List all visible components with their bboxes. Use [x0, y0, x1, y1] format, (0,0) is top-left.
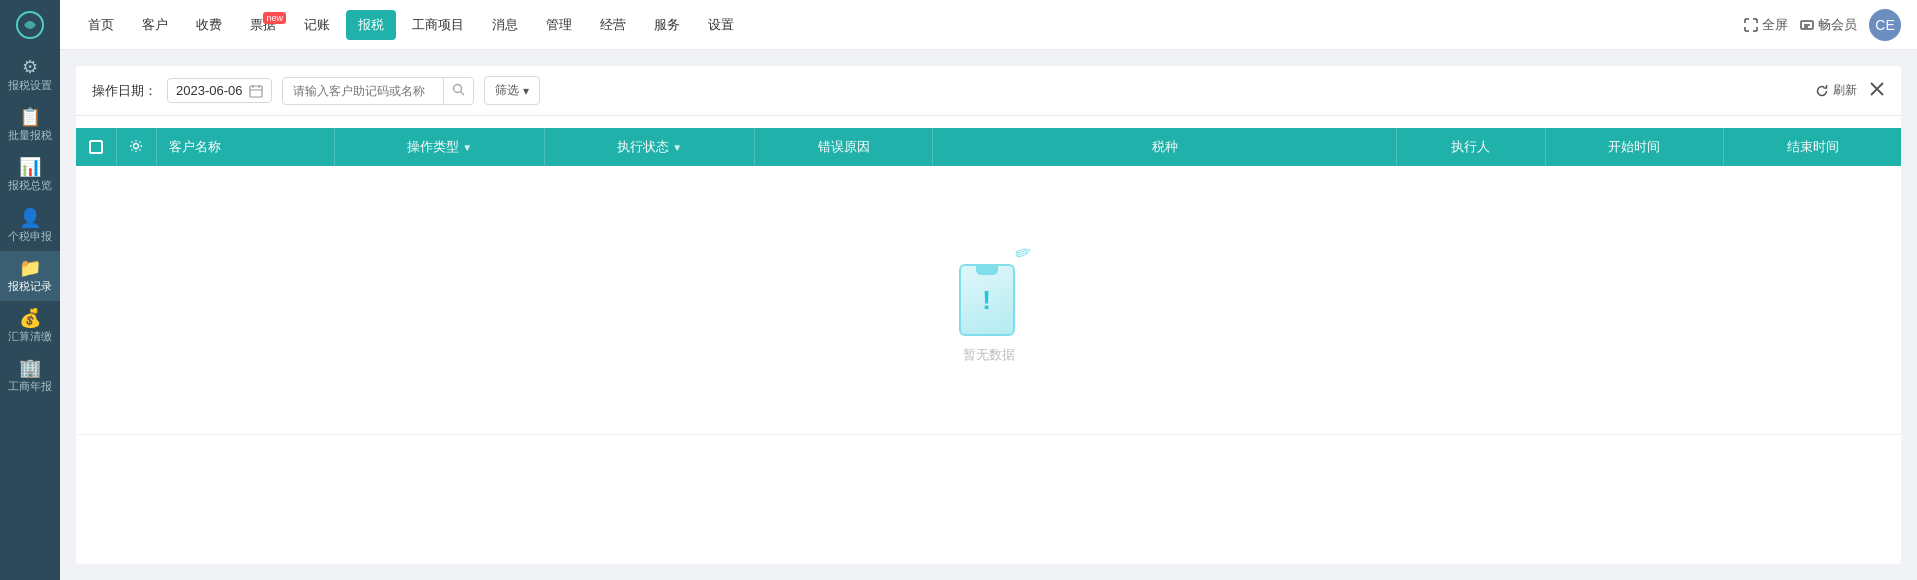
chevron-down-icon: ▾	[523, 84, 529, 98]
svg-point-4	[134, 143, 139, 148]
close-button[interactable]	[1869, 81, 1885, 101]
main-content: 首页 客户 收费 票据 new 记账 报税 工商项目 消息 管理 经营 服务 设…	[60, 0, 1917, 580]
sidebar-item-tax-settings[interactable]: ⚙ 报税设置	[0, 50, 60, 100]
svg-point-3	[453, 84, 461, 92]
sidebar-item-personal-tax[interactable]: 👤 个税申报	[0, 201, 60, 251]
clipboard-clip	[976, 265, 998, 275]
new-badge: new	[263, 12, 286, 25]
settings-icon[interactable]	[129, 139, 143, 153]
sidebar-label-tax-settings: 报税设置	[8, 79, 52, 92]
date-label: 操作日期：	[92, 82, 157, 100]
settlement-icon: 💰	[19, 309, 41, 327]
col-client-name: 客户名称	[156, 128, 335, 166]
nav-settings[interactable]: 设置	[696, 10, 746, 40]
nav-services[interactable]: 服务	[642, 10, 692, 40]
fullscreen-icon	[1744, 18, 1758, 32]
col-exec-status: 执行状态 ▼	[544, 128, 754, 166]
col-error-reason: 错误原因	[754, 128, 933, 166]
nav-home[interactable]: 首页	[76, 10, 126, 40]
tax-summary-icon: 📊	[19, 158, 41, 176]
nav-bizprojects[interactable]: 工商项目	[400, 10, 476, 40]
search-wrapper	[282, 77, 474, 105]
nav-invoices[interactable]: 票据 new	[238, 10, 288, 40]
sidebar-label-annual-report: 工商年报	[8, 380, 52, 393]
col-executor: 执行人	[1397, 128, 1545, 166]
sidebar-label-tax-records: 报税记录	[8, 280, 52, 293]
search-button[interactable]	[443, 78, 473, 104]
sidebar-label-settlement: 汇算清缴	[8, 330, 52, 343]
sidebar-item-settlement[interactable]: 💰 汇算清缴	[0, 301, 60, 351]
toolbar: 操作日期： 2023-06-06	[76, 66, 1901, 116]
app-logo	[0, 0, 60, 50]
nav-customers[interactable]: 客户	[130, 10, 180, 40]
sidebar-item-batch-tax[interactable]: 📋 批量报税	[0, 100, 60, 150]
col-settings	[116, 128, 156, 166]
sidebar-item-annual-report[interactable]: 🏢 工商年报	[0, 351, 60, 401]
filter-button[interactable]: 筛选 ▾	[484, 76, 540, 105]
table-body: ✏ ! 暂无数据	[76, 166, 1901, 435]
sidebar-label-tax-summary: 报税总览	[8, 179, 52, 192]
annual-report-icon: 🏢	[19, 359, 41, 377]
nav-items: 首页 客户 收费 票据 new 记账 报税 工商项目 消息 管理 经营 服务 设…	[76, 10, 1744, 40]
batch-tax-icon: 📋	[19, 108, 41, 126]
sidebar-item-tax-summary[interactable]: 📊 报税总览	[0, 150, 60, 200]
tax-records-icon: 📁	[19, 259, 41, 277]
refresh-button[interactable]: 刷新	[1815, 82, 1857, 99]
sidebar-item-tax-records[interactable]: 📁 报税记录	[0, 251, 60, 301]
page-body: 操作日期： 2023-06-06	[60, 50, 1917, 580]
table-header: 客户名称 操作类型 ▼ 执行状态 ▼ 错误原因 税种 执行人 开始时间 结束时间	[76, 128, 1901, 166]
nav-tax[interactable]: 报税	[346, 10, 396, 40]
clipboard-body: !	[959, 264, 1015, 336]
sidebar-label-batch-tax: 批量报税	[8, 129, 52, 142]
close-icon	[1869, 81, 1885, 97]
member-btn[interactable]: 畅会员	[1800, 16, 1857, 34]
col-checkbox	[76, 128, 116, 166]
col-operation-type: 操作类型 ▼	[335, 128, 545, 166]
member-icon	[1800, 18, 1814, 32]
col-start-time: 开始时间	[1545, 128, 1724, 166]
tax-settings-icon: ⚙	[22, 58, 38, 76]
select-all-checkbox[interactable]	[89, 140, 103, 154]
data-table: 客户名称 操作类型 ▼ 执行状态 ▼ 错误原因 税种 执行人 开始时间 结束时间	[76, 128, 1901, 435]
search-input[interactable]	[283, 79, 443, 103]
date-value: 2023-06-06	[176, 83, 243, 98]
search-icon	[452, 83, 465, 96]
top-nav: 首页 客户 收费 票据 new 记账 报税 工商项目 消息 管理 经营 服务 设…	[60, 0, 1917, 50]
sidebar: ⚙ 报税设置 📋 批量报税 📊 报税总览 👤 个税申报 📁 报税记录 💰 汇算清…	[0, 0, 60, 580]
sidebar-label-personal-tax: 个税申报	[8, 230, 52, 243]
fullscreen-btn[interactable]: 全屏	[1744, 16, 1788, 34]
nav-messages[interactable]: 消息	[480, 10, 530, 40]
personal-tax-icon: 👤	[19, 209, 41, 227]
col-tax-type: 税种	[933, 128, 1397, 166]
table-wrapper: 操作日期： 2023-06-06	[76, 66, 1901, 564]
svg-rect-2	[250, 86, 262, 97]
nav-billing[interactable]: 收费	[184, 10, 234, 40]
nav-accounting[interactable]: 记账	[292, 10, 342, 40]
empty-state: ✏ ! 暂无数据	[88, 176, 1889, 424]
calendar-icon	[249, 84, 263, 98]
empty-cell: ✏ ! 暂无数据	[76, 166, 1901, 435]
nav-admin[interactable]: 管理	[534, 10, 584, 40]
col-end-time: 结束时间	[1724, 128, 1901, 166]
empty-illustration: ✏ !	[944, 236, 1034, 336]
refresh-icon	[1815, 84, 1829, 98]
data-table-container: 客户名称 操作类型 ▼ 执行状态 ▼ 错误原因 税种 执行人 开始时间 结束时间	[76, 128, 1901, 564]
nav-operations[interactable]: 经营	[588, 10, 638, 40]
empty-text: 暂无数据	[963, 346, 1015, 364]
pencil-icon: ✏	[1011, 239, 1035, 267]
nav-right: 全屏 畅会员 CE	[1744, 9, 1901, 41]
user-avatar[interactable]: CE	[1869, 9, 1901, 41]
exclamation-mark: !	[982, 285, 991, 316]
toolbar-right: 刷新	[1815, 81, 1885, 101]
date-picker[interactable]: 2023-06-06	[167, 78, 272, 103]
